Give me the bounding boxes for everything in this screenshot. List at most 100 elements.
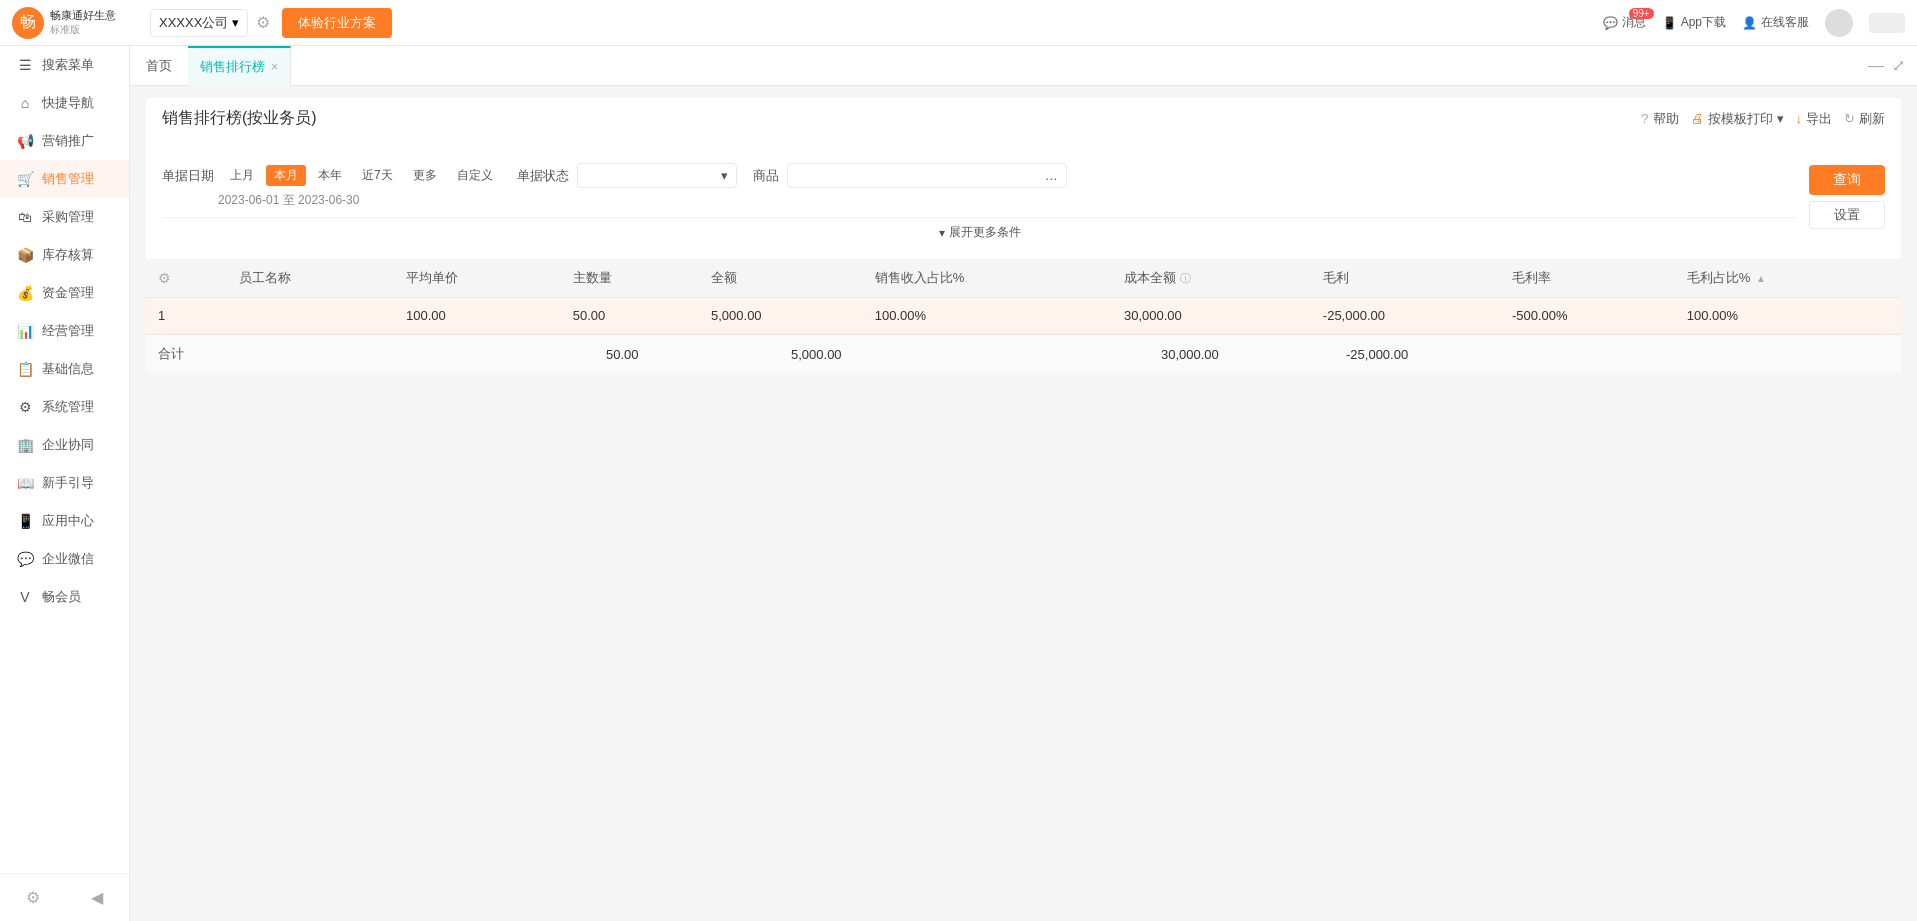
sidebar-item-inventory[interactable]: 📦 库存核算 (0, 236, 129, 274)
cell-name (227, 298, 394, 334)
footer-sales-pct (964, 347, 1149, 362)
sidebar-icon-shortcut: ⌂ (16, 94, 34, 112)
sidebar-icon-marketing: 📢 (16, 132, 34, 150)
template-print-button[interactable]: 🖨 按模板打印 ▾ (1691, 110, 1784, 128)
footer-cost: 30,000.00 (1149, 347, 1334, 362)
sidebar-settings-button[interactable]: ⚙ (22, 884, 44, 911)
col-avg-price: 平均单价 (394, 259, 561, 298)
sidebar-icon-guide: 📖 (16, 474, 34, 492)
sidebar-item-basics[interactable]: 📋 基础信息 (0, 350, 129, 388)
sidebar-collapse-button[interactable]: ◀ (87, 884, 107, 911)
sidebar-icon-search: ☰ (16, 56, 34, 74)
tab-close-icon[interactable]: × (271, 60, 278, 74)
help-icon: ? (1641, 111, 1648, 126)
goods-more-icon: … (1045, 168, 1058, 183)
status-select[interactable]: ▾ (577, 163, 737, 188)
sidebar-item-search[interactable]: ☰ 搜索菜单 (0, 46, 129, 84)
sidebar-item-apps[interactable]: 📱 应用中心 (0, 502, 129, 540)
sidebar-item-member[interactable]: V 畅会员 (0, 578, 129, 616)
export-label: 导出 (1806, 110, 1832, 128)
footer-data: 50.00 5,000.00 30,000.00 -25,000.00 (224, 347, 1889, 362)
tab-home[interactable]: 首页 (130, 46, 188, 86)
sidebar-label-apps: 应用中心 (42, 512, 94, 530)
date-filter: 单据日期 上月 本月 本年 近7天 更多 自定义 (162, 165, 501, 186)
sidebar-item-wechat[interactable]: 💬 企业微信 (0, 540, 129, 578)
service-icon: 👤 (1742, 16, 1757, 30)
date-tab-more[interactable]: 更多 (405, 165, 445, 186)
sidebar-label-shortcut: 快捷导航 (42, 94, 94, 112)
expand-more-button[interactable]: ▾ 展开更多条件 (162, 217, 1797, 247)
sidebar-label-purchase: 采购管理 (42, 208, 94, 226)
footer-amount: 5,000.00 (779, 347, 964, 362)
col-amount: 全额 (699, 259, 863, 298)
date-tab-this-month[interactable]: 本月 (266, 165, 306, 186)
message-badge: 99+ (1629, 8, 1654, 19)
online-service-button[interactable]: 👤 在线客服 (1742, 14, 1809, 31)
settings-col-icon[interactable]: ⚙ (158, 270, 171, 286)
export-button[interactable]: ↓ 导出 (1796, 110, 1833, 128)
sidebar-item-sales[interactable]: 🛒 销售管理 (0, 160, 129, 198)
data-table: ⚙ 员工名称 平均单价 主数量 全额 销售收入占比% 成本全额 ⓘ (146, 259, 1901, 334)
goods-select[interactable]: … (787, 163, 1067, 188)
sidebar-label-inventory: 库存核算 (42, 246, 94, 264)
sidebar-label-wechat: 企业微信 (42, 550, 94, 568)
sidebar-item-system[interactable]: ⚙ 系统管理 (0, 388, 129, 426)
footer-gross-rate (1519, 347, 1704, 362)
tab-expand-icon[interactable]: ⤢ (1892, 56, 1905, 75)
sidebar-icon-inventory: 📦 (16, 246, 34, 264)
sidebar-item-guide[interactable]: 📖 新手引导 (0, 464, 129, 502)
trial-button[interactable]: 体验行业方案 (282, 8, 392, 38)
sidebar-item-finance[interactable]: 💰 资金管理 (0, 274, 129, 312)
col-settings: ⚙ (146, 259, 227, 298)
footer-quantity: 50.00 (594, 347, 779, 362)
logo-icon: 畅 (12, 7, 44, 39)
sidebar-item-enterprise[interactable]: 🏢 企业协同 (0, 426, 129, 464)
print-icon: 🖨 (1691, 111, 1704, 126)
refresh-icon: ↻ (1844, 111, 1855, 126)
refresh-button[interactable]: ↻ 刷新 (1844, 110, 1885, 128)
help-label: 帮助 (1653, 110, 1679, 128)
sidebar-label-basics: 基础信息 (42, 360, 94, 378)
date-range: 2023-06-01 至 2023-06-30 (218, 193, 359, 207)
cell-avg-price: 100.00 (394, 298, 561, 334)
avatar[interactable] (1825, 9, 1853, 37)
sidebar-icon-sales: 🛒 (16, 170, 34, 188)
settings-button[interactable]: 设置 (1809, 201, 1885, 229)
sidebar-icon-finance: 💰 (16, 284, 34, 302)
tab-minimize-icon[interactable]: — (1868, 57, 1884, 75)
date-tab-custom[interactable]: 自定义 (449, 165, 501, 186)
sidebar-label-search: 搜索菜单 (42, 56, 94, 74)
date-tab-last-month[interactable]: 上月 (222, 165, 262, 186)
query-button[interactable]: 查询 (1809, 165, 1885, 195)
online-service-label: 在线客服 (1761, 14, 1809, 31)
sidebar-item-marketing[interactable]: 📢 营销推广 (0, 122, 129, 160)
sidebar: ☰ 搜索菜单 ⌂ 快捷导航 📢 营销推广 🛒 销售管理 🛍 采购管理 📦 库存核… (0, 46, 130, 921)
footer-avg (409, 347, 594, 362)
sort-icon: ▲ (1756, 273, 1766, 284)
header-actions: ? 帮助 🖨 按模板打印 ▾ ↓ 导出 (1641, 110, 1885, 128)
gear-icon[interactable]: ⚙ (256, 13, 270, 32)
sidebar-item-operations[interactable]: 📊 经营管理 (0, 312, 129, 350)
footer-gross-pct (1704, 347, 1889, 362)
col-gross: 毛利 (1311, 259, 1500, 298)
sidebar-label-system: 系统管理 (42, 398, 94, 416)
expand-icon: ▾ (939, 226, 945, 240)
company-selector[interactable]: XXXXX公司 ▾ (150, 9, 248, 37)
sidebar-label-sales: 销售管理 (42, 170, 94, 188)
col-name: 员工名称 (227, 259, 394, 298)
sidebar-item-shortcut[interactable]: ⌂ 快捷导航 (0, 84, 129, 122)
goods-label: 商品 (753, 167, 779, 185)
sidebar-icon-apps: 📱 (16, 512, 34, 530)
date-tab-this-year[interactable]: 本年 (310, 165, 350, 186)
help-button[interactable]: ? 帮助 (1641, 110, 1678, 128)
goods-filter: 商品 … (753, 163, 1067, 188)
home-tab-label: 首页 (146, 57, 172, 75)
cell-gross-rate: -500.00% (1500, 298, 1675, 334)
sidebar-item-purchase[interactable]: 🛍 采购管理 (0, 198, 129, 236)
app-download-button[interactable]: 📱 App下载 (1662, 14, 1726, 31)
tab-sales-ranking[interactable]: 销售排行榜 × (188, 46, 291, 86)
cost-info-icon[interactable]: ⓘ (1180, 272, 1191, 284)
date-tab-7days[interactable]: 近7天 (354, 165, 401, 186)
table-footer: 合计 50.00 5,000.00 30,000.00 -25,000.00 (146, 334, 1901, 373)
message-button[interactable]: 💬 消息 99+ (1603, 14, 1646, 31)
